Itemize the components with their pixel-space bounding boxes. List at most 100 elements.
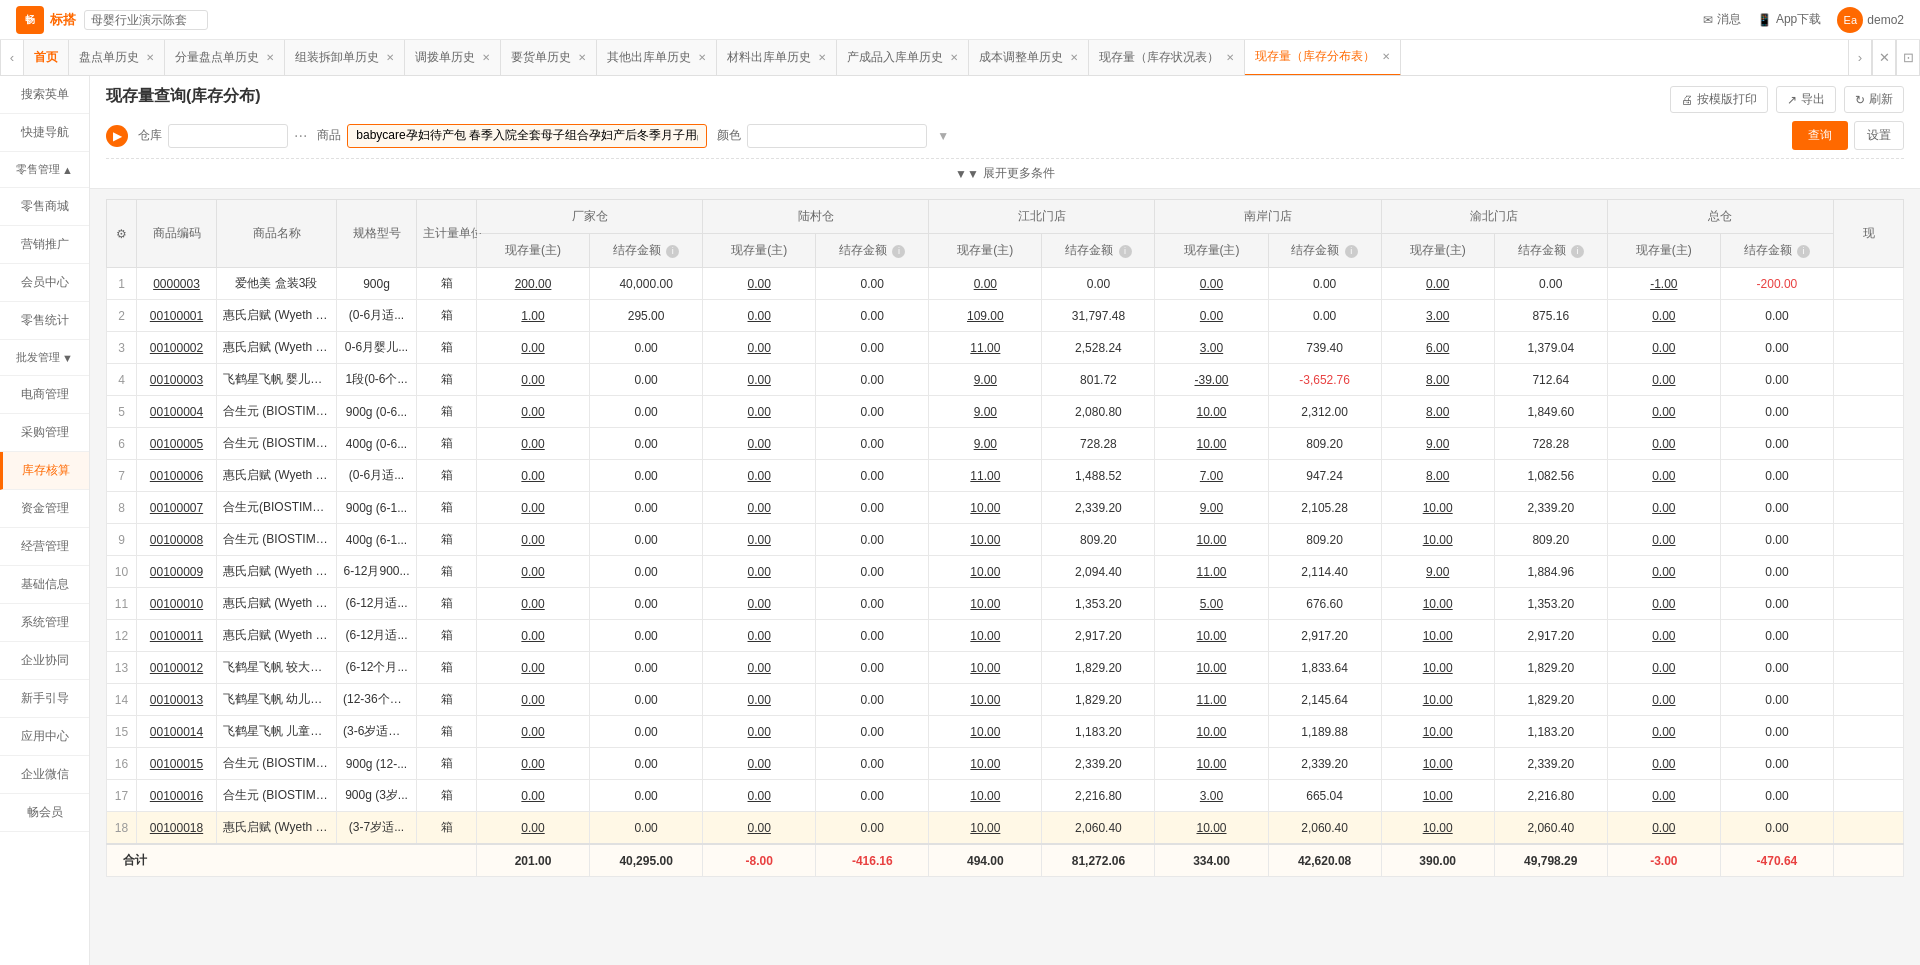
row-spec: 0-6月婴儿... — [337, 332, 417, 364]
setting-btn[interactable]: 设置 — [1854, 121, 1904, 150]
print-btn[interactable]: 🖨 按模版打印 — [1670, 86, 1768, 113]
sidebar: 搜索英单 快捷导航 零售管理 ▲ 零售商城 营销推广 会员中心 零售统计 批发管… — [0, 76, 90, 965]
tab-material-out[interactable]: 材料出库单历史 ✕ — [717, 40, 837, 76]
info-icon[interactable]: i — [1797, 245, 1810, 258]
goods-input[interactable] — [347, 124, 707, 148]
tab-combo[interactable]: 组装拆卸单历史 ✕ — [285, 40, 405, 76]
sidebar-item-ecommerce[interactable]: 电商管理 — [0, 376, 89, 414]
tab-home[interactable]: 首页 — [24, 40, 69, 76]
row-tamount: 0.00 — [1720, 812, 1833, 845]
row-lamount: 0.00 — [816, 332, 929, 364]
sidebar-item-system[interactable]: 系统管理 — [0, 604, 89, 642]
sidebar-item-operations[interactable]: 经营管理 — [0, 528, 89, 566]
sidebar-item-enterprise[interactable]: 企业协同 — [0, 642, 89, 680]
row-lqty: 0.00 — [703, 300, 816, 332]
info-icon[interactable]: i — [1119, 245, 1132, 258]
row-extra — [1834, 396, 1904, 428]
row-code: 00100008 — [137, 524, 217, 556]
tab-stock-dist[interactable]: 现存量（库存分布表） ✕ — [1245, 40, 1401, 76]
sidebar-item-search[interactable]: 搜索英单 — [0, 76, 89, 114]
row-yqty: 10.00 — [1381, 780, 1494, 812]
row-yamount: 2,339.20 — [1494, 748, 1607, 780]
info-icon[interactable]: i — [892, 245, 905, 258]
tab-close-icon[interactable]: ✕ — [266, 52, 274, 63]
message-btn[interactable]: ✉ 消息 — [1703, 11, 1741, 28]
tab-prev-btn[interactable]: ‹ — [0, 40, 24, 76]
sidebar-item-wholesale[interactable]: 批发管理 ▼ — [0, 340, 89, 376]
warehouse-input[interactable] — [168, 124, 288, 148]
row-fqty: 0.00 — [477, 460, 590, 492]
app-download-btn[interactable]: 📱 App下载 — [1757, 11, 1821, 28]
summary-label: 合计 — [107, 844, 477, 877]
tab-close-icon[interactable]: ✕ — [386, 52, 394, 63]
row-lamount: 0.00 — [816, 556, 929, 588]
tab-expand-btn[interactable]: ⊡ — [1896, 40, 1920, 76]
info-icon[interactable]: i — [1345, 245, 1358, 258]
warehouse-field: 仓库 ··· — [138, 124, 307, 148]
tab-close-icon[interactable]: ✕ — [818, 52, 826, 63]
tab-cost-adjust[interactable]: 成本调整单历史 ✕ — [969, 40, 1089, 76]
row-tqty: 0.00 — [1607, 428, 1720, 460]
tab-close-icon[interactable]: ✕ — [578, 52, 586, 63]
tab-close-icon[interactable]: ✕ — [1070, 52, 1078, 63]
row-yqty: 9.00 — [1381, 556, 1494, 588]
table-row: 16 — [107, 748, 137, 780]
sidebar-item-retail-mgmt[interactable]: 零售管理 ▲ — [0, 152, 89, 188]
tab-close-icon[interactable]: ✕ — [1226, 52, 1234, 63]
tab-close-icon[interactable]: ✕ — [1382, 51, 1390, 62]
warehouse-more-btn[interactable]: ··· — [294, 128, 307, 144]
sidebar-item-basic[interactable]: 基础信息 — [0, 566, 89, 604]
row-namount: 1,833.64 — [1268, 652, 1381, 684]
sidebar-item-marketing[interactable]: 营销推广 — [0, 226, 89, 264]
tab-stock-status[interactable]: 现存量（库存状况表） ✕ — [1089, 40, 1245, 76]
row-jqty: 9.00 — [929, 396, 1042, 428]
row-lamount: 0.00 — [816, 492, 929, 524]
sidebar-item-member[interactable]: 会员中心 — [0, 264, 89, 302]
info-icon[interactable]: i — [666, 245, 679, 258]
table-row: 2 — [107, 300, 137, 332]
industry-select[interactable]: 母婴行业演示陈套 — [84, 10, 208, 30]
row-yamount: 728.28 — [1494, 428, 1607, 460]
sidebar-item-finance[interactable]: 资金管理 — [0, 490, 89, 528]
tab-purchase-order[interactable]: 要货单历史 ✕ — [501, 40, 597, 76]
sidebar-item-retail-store[interactable]: 零售商城 — [0, 188, 89, 226]
sidebar-item-wechat[interactable]: 企业微信 — [0, 756, 89, 794]
sidebar-item-guide[interactable]: 新手引导 — [0, 680, 89, 718]
expand-conditions-btn[interactable]: ▼▼ 展开更多条件 — [106, 158, 1904, 188]
tab-inventory-single[interactable]: 盘点单历史 ✕ — [69, 40, 165, 76]
info-icon[interactable]: i — [1571, 245, 1584, 258]
th-settings[interactable]: ⚙ — [107, 200, 137, 268]
sidebar-item-nav[interactable]: 快捷导航 — [0, 114, 89, 152]
tab-close-icon[interactable]: ✕ — [950, 52, 958, 63]
sidebar-item-member2[interactable]: 畅会员 — [0, 794, 89, 832]
tab-product-in[interactable]: 产成品入库单历史 ✕ — [837, 40, 969, 76]
tab-transfer[interactable]: 调拨单历史 ✕ — [405, 40, 501, 76]
color-input[interactable] — [747, 124, 927, 148]
summary-famount: 40,295.00 — [590, 844, 703, 877]
tab-close-icon[interactable]: ✕ — [146, 52, 154, 63]
row-lqty: 0.00 — [703, 620, 816, 652]
tab-close-icon[interactable]: ✕ — [698, 52, 706, 63]
sidebar-item-purchase[interactable]: 采购管理 — [0, 414, 89, 452]
sidebar-item-appcenter[interactable]: 应用中心 — [0, 718, 89, 756]
export-btn[interactable]: ↗ 导出 — [1776, 86, 1836, 113]
tab-next-btn[interactable]: › — [1848, 40, 1872, 76]
color-dropdown-icon[interactable]: ▼ — [937, 129, 949, 143]
row-yqty: 10.00 — [1381, 524, 1494, 556]
sidebar-item-inventory[interactable]: 库存核算 — [0, 452, 89, 490]
message-icon: ✉ — [1703, 13, 1713, 27]
sidebar-item-retail-stats[interactable]: 零售统计 — [0, 302, 89, 340]
query-btn[interactable]: 查询 — [1792, 121, 1848, 150]
tab-other-out[interactable]: 其他出库单历史 ✕ — [597, 40, 717, 76]
tab-inventory-sub[interactable]: 分量盘点单历史 ✕ — [165, 40, 285, 76]
row-famount: 0.00 — [590, 652, 703, 684]
row-lqty: 0.00 — [703, 684, 816, 716]
row-tqty: 0.00 — [1607, 684, 1720, 716]
tab-close-icon[interactable]: ✕ — [482, 52, 490, 63]
row-nqty: 7.00 — [1155, 460, 1268, 492]
refresh-btn[interactable]: ↻ 刷新 — [1844, 86, 1904, 113]
user-area[interactable]: Ea demo2 — [1837, 7, 1904, 33]
tab-close-all-btn[interactable]: ✕ — [1872, 40, 1896, 76]
row-jamount: 728.28 — [1042, 428, 1155, 460]
collapse-btn[interactable]: ▶ — [106, 125, 128, 147]
